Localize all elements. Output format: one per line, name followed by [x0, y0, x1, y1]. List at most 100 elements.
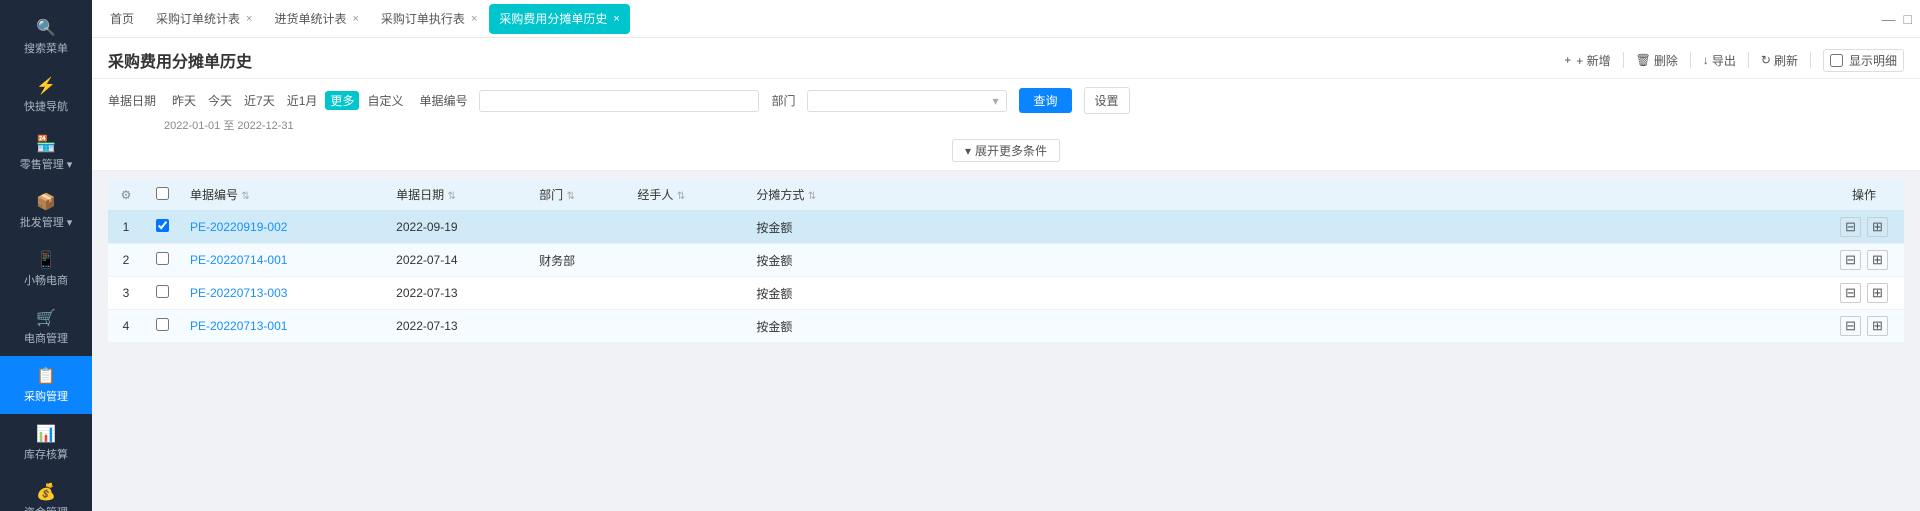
row-edit-3[interactable]: ⊞	[1867, 283, 1888, 303]
doc-no-input[interactable]	[479, 90, 759, 112]
delete-button[interactable]: 🗑 删除	[1636, 52, 1678, 69]
refresh-icon: ↻	[1761, 53, 1771, 67]
shortcut-7days[interactable]: 近7天	[240, 91, 279, 110]
select-all-checkbox[interactable]	[156, 187, 169, 200]
content-area: 采购费用分摊单历史 + + 新增 🗑 删除 ↓ 导出 ↻	[92, 38, 1920, 511]
row-handler-3	[627, 277, 746, 310]
col-doc-no: 单据编号 ⇅	[180, 179, 386, 211]
col-split-method: 分摊方式 ⇅	[746, 179, 1824, 211]
row-checkbox-2	[144, 244, 180, 277]
row-dept-1	[529, 211, 627, 244]
row-checkbox-4	[144, 310, 180, 343]
row-view-1[interactable]: ⊟	[1840, 217, 1861, 237]
sidebar-item-retail[interactable]: 🏪零售管理 ▾	[0, 124, 92, 182]
row-view-4[interactable]: ⊟	[1840, 316, 1861, 336]
minimize-icon[interactable]: —	[1882, 11, 1896, 27]
doc-no-label: 单据编号	[419, 92, 467, 109]
date-range-display: 2022-01-01 至 2022-12-31	[164, 120, 294, 132]
col-dept: 部门 ⇅	[529, 179, 627, 211]
col-gear: ⚙	[108, 179, 144, 211]
col-handler: 经手人 ⇅	[627, 179, 746, 211]
doc-no-link-1[interactable]: PE-20220919-002	[190, 220, 287, 234]
sort-doc-no[interactable]: ⇅	[241, 191, 249, 202]
sidebar-item-inventory[interactable]: 📊库存核算	[0, 414, 92, 472]
expand-more-button[interactable]: ▾ 展开更多条件	[952, 139, 1060, 162]
divider-4	[1810, 52, 1811, 68]
row-check-4[interactable]	[156, 318, 169, 331]
shortcut-custom[interactable]: 自定义	[363, 91, 407, 110]
sidebar-item-search[interactable]: 🔍搜索菜单	[0, 8, 92, 66]
doc-no-link-3[interactable]: PE-20220713-003	[190, 286, 287, 300]
export-button[interactable]: ↓ 导出	[1703, 52, 1736, 69]
refresh-button[interactable]: ↻ 刷新	[1761, 52, 1798, 69]
col-actions: 操作	[1824, 179, 1904, 211]
close-tab-purchase-cost-split[interactable]: ×	[613, 13, 619, 25]
expand-icon: ▾	[965, 144, 971, 158]
sidebar-item-ecom[interactable]: 🛒电商管理	[0, 298, 92, 356]
tab-bar-actions: — □	[1882, 11, 1912, 27]
date-label: 单据日期	[108, 92, 156, 109]
row-handler-1	[627, 211, 746, 244]
tab-stock-in-stat[interactable]: 进货单统计表 ×	[264, 4, 368, 34]
tab-purchase-order-stat[interactable]: 采购订单统计表 ×	[146, 4, 262, 34]
sidebar-item-shortcut[interactable]: ⚡快捷导航	[0, 66, 92, 124]
sidebar-item-mini[interactable]: 📱小畅电商	[0, 240, 92, 298]
divider-3	[1748, 52, 1749, 68]
col-doc-no-label: 单据编号	[190, 188, 238, 202]
add-button[interactable]: + + 新增	[1564, 52, 1610, 69]
tab-bar: 首页 采购订单统计表 × 进货单统计表 × 采购订单执行表 × 采购费用分摊单历…	[92, 0, 1920, 38]
sidebar-item-purchase[interactable]: 📋采购管理	[0, 356, 92, 414]
sort-dept[interactable]: ⇅	[566, 191, 574, 202]
table-row: 3 PE-20220713-003 2022-07-13 按金额 ⊟ ⊞	[108, 277, 1904, 310]
row-edit-4[interactable]: ⊞	[1867, 316, 1888, 336]
doc-no-link-2[interactable]: PE-20220714-001	[190, 253, 287, 267]
row-num-4: 4	[108, 310, 144, 343]
query-button[interactable]: 查询	[1019, 88, 1071, 113]
expand-more-row: ▾ 展开更多条件	[108, 139, 1904, 162]
shortcut-yesterday[interactable]: 昨天	[168, 91, 200, 110]
row-dept-4	[529, 310, 627, 343]
maximize-icon[interactable]: □	[1904, 11, 1912, 27]
doc-no-link-4[interactable]: PE-20220713-001	[190, 319, 287, 333]
col-doc-date: 单据日期 ⇅	[386, 179, 529, 211]
row-split-method-2: 按金额	[746, 244, 1824, 277]
sidebar-item-finance[interactable]: 💰资金管理	[0, 472, 92, 511]
dept-select[interactable]: ▾	[807, 90, 1007, 112]
row-num-2: 2	[108, 244, 144, 277]
sort-split-method[interactable]: ⇅	[808, 191, 816, 202]
row-view-2[interactable]: ⊟	[1840, 250, 1861, 270]
page-header: 采购费用分摊单历史 + + 新增 🗑 删除 ↓ 导出 ↻	[92, 38, 1920, 79]
row-edit-1[interactable]: ⊞	[1867, 217, 1888, 237]
close-tab-purchase-order-exec[interactable]: ×	[471, 13, 477, 25]
tab-purchase-order-exec[interactable]: 采购订单执行表 ×	[371, 4, 487, 34]
row-checkbox-1	[144, 211, 180, 244]
shortcut-more[interactable]: 更多	[325, 91, 359, 110]
table-area: ⚙ 单据编号 ⇅ 单据日期 ⇅	[92, 171, 1920, 511]
close-tab-stock-in-stat[interactable]: ×	[352, 13, 358, 25]
gear-icon[interactable]: ⚙	[121, 188, 132, 202]
row-view-3[interactable]: ⊟	[1840, 283, 1861, 303]
row-doc-no-2: PE-20220714-001	[180, 244, 386, 277]
sidebar-item-wholesale[interactable]: 📦批发管理 ▾	[0, 182, 92, 240]
row-doc-date-3: 2022-07-13	[386, 277, 529, 310]
row-actions-2: ⊟ ⊞	[1824, 244, 1904, 277]
row-check-3[interactable]	[156, 285, 169, 298]
row-edit-2[interactable]: ⊞	[1867, 250, 1888, 270]
sort-handler[interactable]: ⇅	[677, 191, 685, 202]
shortcut-1month[interactable]: 近1月	[283, 91, 322, 110]
show-cols-button[interactable]: 显示明细	[1823, 49, 1904, 72]
tab-home[interactable]: 首页	[100, 4, 144, 34]
row-handler-4	[627, 310, 746, 343]
show-cols-checkbox[interactable]	[1830, 54, 1843, 67]
shortcut-today[interactable]: 今天	[204, 91, 236, 110]
table-body: 1 PE-20220919-002 2022-09-19 按金额 ⊟ ⊞ 2	[108, 211, 1904, 343]
tab-purchase-cost-split[interactable]: 采购费用分摊单历史 ×	[489, 4, 629, 34]
row-check-2[interactable]	[156, 252, 169, 265]
row-doc-date-4: 2022-07-13	[386, 310, 529, 343]
header-actions: + + 新增 🗑 删除 ↓ 导出 ↻ 刷新	[1564, 49, 1904, 72]
row-actions-3: ⊟ ⊞	[1824, 277, 1904, 310]
row-check-1[interactable]	[156, 219, 169, 232]
settings-button[interactable]: 设置	[1084, 87, 1130, 114]
sort-doc-date[interactable]: ⇅	[448, 191, 456, 202]
close-tab-purchase-order-stat[interactable]: ×	[246, 13, 252, 25]
